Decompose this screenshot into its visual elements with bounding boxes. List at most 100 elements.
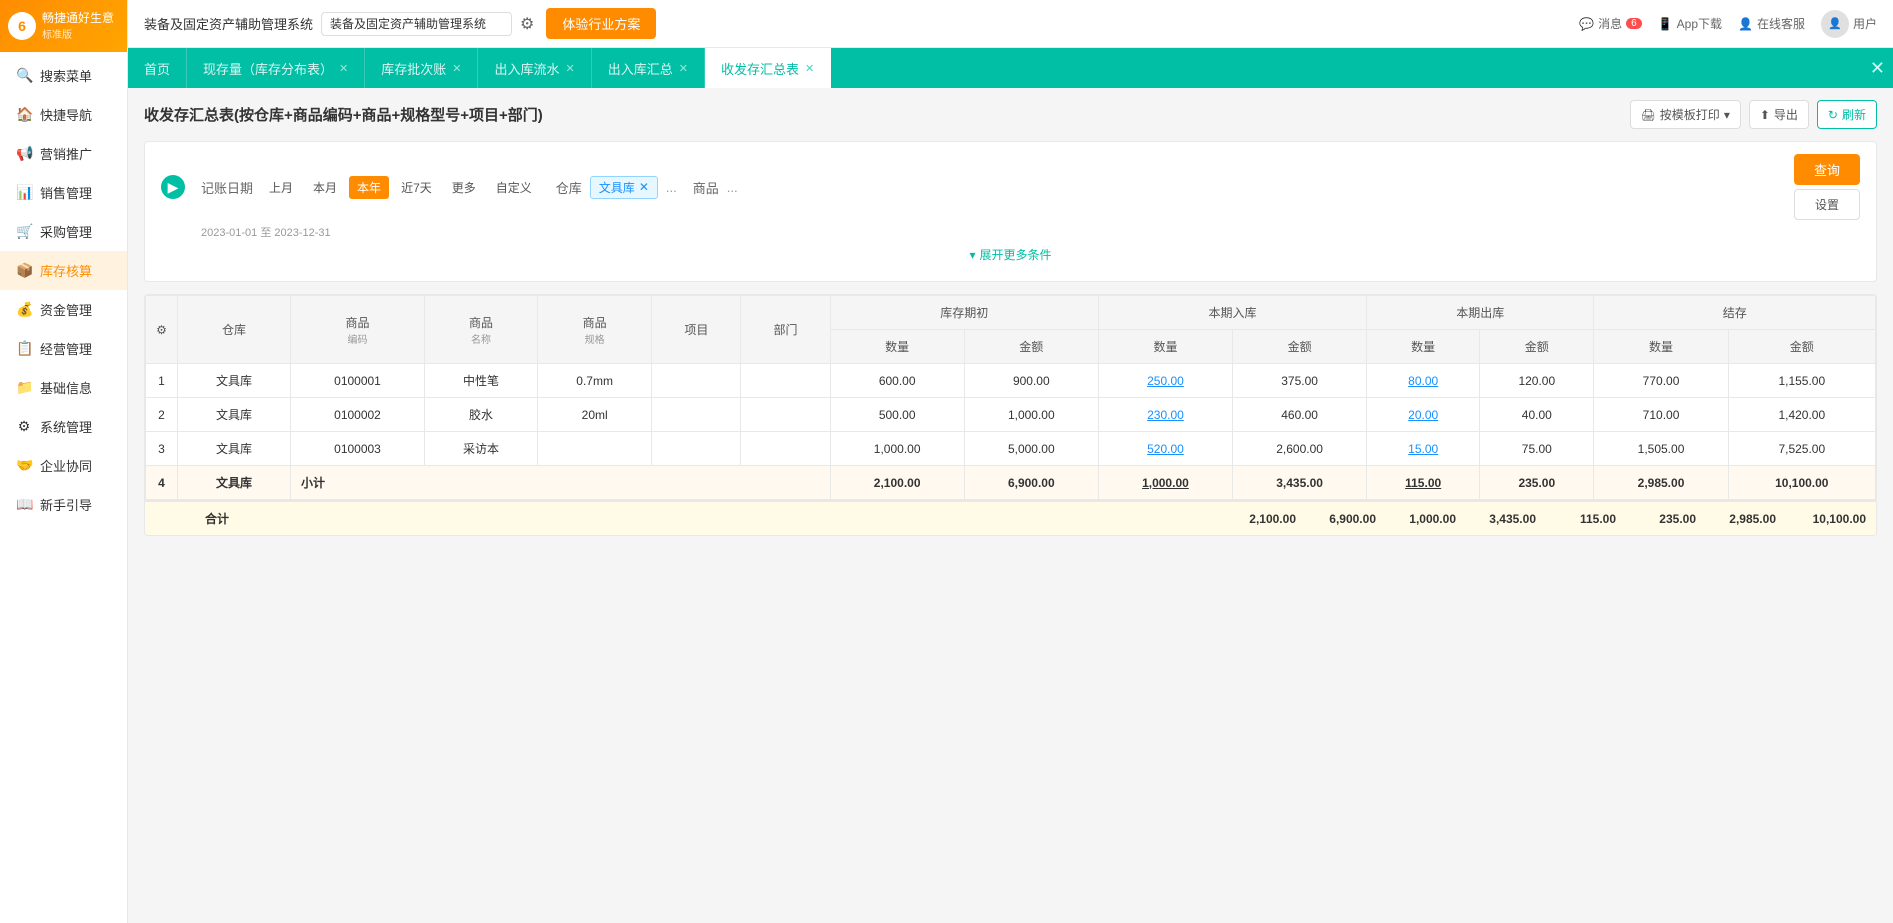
warehouse-tag: 文具库 ✕ — [590, 176, 658, 199]
cell-warehouse-2: 文具库 — [178, 432, 291, 466]
warehouse-more[interactable]: ... — [666, 180, 677, 195]
refresh-btn[interactable]: ↻ 刷新 — [1817, 100, 1877, 129]
cell-code-2: 0100003 — [290, 432, 424, 466]
system-title: 装备及固定资产辅助管理系统 — [144, 14, 313, 33]
export-btn[interactable]: ⬆ 导出 — [1749, 100, 1809, 129]
total-closing-qty: 2,985.00 — [1696, 512, 1776, 526]
tab-inout-summary[interactable]: 出入库汇总✕ — [592, 48, 705, 88]
cell-spec-2 — [538, 432, 652, 466]
table-row: 2 文具库 0100002 胶水 20ml 500.00 1,000.00 23… — [146, 398, 1876, 432]
system-icon: ⚙ — [16, 418, 32, 435]
cell-no-0: 1 — [146, 364, 178, 398]
goods-more[interactable]: ... — [727, 180, 738, 195]
message-label: 消息 — [1598, 15, 1622, 32]
tab-inout-flow[interactable]: 出入库流水 ✕ — [478, 48, 591, 88]
cell-closing-qty-0: 770.00 — [1594, 364, 1728, 398]
tab-container: 首页现存量（库存分布表）✕库存批次账✕出入库流水✕出入库汇总✕收发存汇总表✕ — [128, 48, 831, 88]
cell-out-qty-0[interactable]: 80.00 — [1367, 364, 1480, 398]
cell-opening-qty-1: 500.00 — [830, 398, 964, 432]
guide-icon: 📖 — [16, 496, 32, 513]
page-title: 收发存汇总表(按仓库+商品编码+商品+规格型号+项目+部门) — [144, 104, 543, 125]
tab-label-home: 首页 — [144, 59, 170, 78]
sidebar-item-operation[interactable]: 📋经营管理 — [0, 329, 127, 368]
online-service-action[interactable]: 👤 在线客服 — [1738, 15, 1805, 32]
data-table: ⚙ 仓库 商品编码 商品名称 商品规格 项目 部门 库存期初 本期入库 本期出库… — [145, 295, 1876, 500]
tab-inventory-dist[interactable]: 现存量（库存分布表）✕ — [187, 48, 365, 88]
sidebar-nav: 🔍搜索菜单🏠快捷导航📢营销推广📊销售管理🛒采购管理📦库存核算💰资金管理📋经营管理… — [0, 52, 127, 923]
header-right: 💬 消息 6 📱 App下载 👤 在线客服 👤 用户 — [1579, 10, 1877, 38]
cell-out-amt-0: 120.00 — [1480, 364, 1594, 398]
date-this-year[interactable]: 本年 — [349, 176, 389, 199]
nav-label-inventory: 库存核算 — [40, 261, 92, 280]
experience-btn[interactable]: 体验行业方案 — [546, 8, 656, 39]
tab-close-inout-flow[interactable]: ✕ — [566, 62, 575, 75]
cell-out-qty-2[interactable]: 15.00 — [1367, 432, 1480, 466]
cell-out-qty-1[interactable]: 20.00 — [1367, 398, 1480, 432]
query-btn[interactable]: 查询 — [1794, 154, 1860, 185]
logo-text: 畅捷通好生意 — [42, 11, 114, 27]
finance-icon: 💰 — [16, 301, 32, 318]
subtotal-in-amt: 3,435.00 — [1233, 466, 1367, 500]
tab-close-batch[interactable]: ✕ — [452, 62, 461, 75]
tab-close-receive-summary[interactable]: ✕ — [805, 62, 814, 75]
nav-label-purchase: 采购管理 — [40, 222, 92, 241]
sidebar-item-purchase[interactable]: 🛒采购管理 — [0, 212, 127, 251]
cell-in-qty-0[interactable]: 250.00 — [1098, 364, 1232, 398]
sidebar-item-inventory[interactable]: 📦库存核算 — [0, 251, 127, 290]
tab-label-receive-summary: 收发存汇总表 — [721, 59, 799, 78]
tab-close-inventory-dist[interactable]: ✕ — [339, 62, 348, 75]
cell-in-amt-2: 2,600.00 — [1233, 432, 1367, 466]
tab-label-inout-flow: 出入库流水 — [494, 59, 559, 78]
date-last-month[interactable]: 上月 — [261, 176, 301, 199]
cell-in-qty-2[interactable]: 520.00 — [1098, 432, 1232, 466]
expand-row[interactable]: ▾ 展开更多条件 — [161, 240, 1860, 269]
date-7days[interactable]: 近7天 — [393, 176, 440, 199]
tab-receive-summary[interactable]: 收发存汇总表 ✕ — [705, 48, 831, 88]
filter-card: ▶ 记账日期 上月 本月 本年 近7天 更多 自定义 仓库 — [144, 141, 1877, 282]
settings-icon[interactable]: ⚙ — [520, 14, 534, 34]
sidebar-item-basic-info[interactable]: 📁基础信息 — [0, 368, 127, 407]
print-btn[interactable]: 🖨 按模板打印 ▾ — [1630, 100, 1741, 129]
cell-in-qty-1[interactable]: 230.00 — [1098, 398, 1232, 432]
user-action[interactable]: 👤 用户 — [1821, 10, 1877, 38]
subtotal-closing-qty: 2,985.00 — [1594, 466, 1728, 500]
warehouse-filter: 仓库 文具库 ✕ ... — [556, 176, 677, 199]
collapse-arrow[interactable]: ▶ — [161, 175, 185, 199]
warehouse-tag-close[interactable]: ✕ — [639, 180, 649, 194]
date-more[interactable]: 更多 — [444, 176, 484, 199]
cell-dept-1 — [741, 398, 830, 432]
sidebar-item-marketing[interactable]: 📢营销推广 — [0, 134, 127, 173]
setting-btn[interactable]: 设置 — [1794, 189, 1860, 220]
warehouse-label: 仓库 — [556, 178, 582, 197]
table-settings-col[interactable]: ⚙ — [146, 296, 178, 364]
th-group-closing: 结存 — [1594, 296, 1876, 330]
header-left: 装备及固定资产辅助管理系统 装备及固定资产辅助管理系统 ⚙ 体验行业方案 — [144, 8, 656, 39]
close-all-tabs-icon[interactable]: ✕ — [1870, 58, 1885, 78]
tab-batch[interactable]: 库存批次账✕ — [365, 48, 478, 88]
marketing-icon: 📢 — [16, 145, 32, 162]
cell-opening-qty-0: 600.00 — [830, 364, 964, 398]
cell-name-2: 采访本 — [425, 432, 538, 466]
date-this-month[interactable]: 本月 — [305, 176, 345, 199]
date-custom[interactable]: 自定义 — [488, 176, 540, 199]
tab-close-inout-summary[interactable]: ✕ — [679, 62, 688, 75]
sidebar-item-quick-nav[interactable]: 🏠快捷导航 — [0, 95, 127, 134]
sidebar-item-finance[interactable]: 💰资金管理 — [0, 290, 127, 329]
tab-home[interactable]: 首页 — [128, 48, 187, 88]
top-header: 装备及固定资产辅助管理系统 装备及固定资产辅助管理系统 ⚙ 体验行业方案 💬 消… — [128, 0, 1893, 48]
th-in-amt: 金额 — [1233, 330, 1367, 364]
service-icon: 👤 — [1738, 17, 1753, 31]
sidebar-item-sales[interactable]: 📊销售管理 — [0, 173, 127, 212]
system-select[interactable]: 装备及固定资产辅助管理系统 — [321, 12, 512, 36]
export-icon: ⬆ — [1760, 108, 1770, 122]
cell-out-amt-1: 40.00 — [1480, 398, 1594, 432]
message-action[interactable]: 💬 消息 6 — [1579, 15, 1642, 32]
filter-actions: 查询 设置 — [1794, 154, 1860, 220]
sidebar-item-search[interactable]: 🔍搜索菜单 — [0, 56, 127, 95]
sidebar-item-guide[interactable]: 📖新手引导 — [0, 485, 127, 524]
app-download-action[interactable]: 📱 App下载 — [1658, 15, 1722, 32]
main-area: 装备及固定资产辅助管理系统 装备及固定资产辅助管理系统 ⚙ 体验行业方案 💬 消… — [128, 0, 1893, 923]
sidebar-item-system[interactable]: ⚙系统管理 — [0, 407, 127, 446]
sidebar-item-enterprise[interactable]: 🤝企业协同 — [0, 446, 127, 485]
total-closing-amt: 10,100.00 — [1776, 512, 1866, 526]
